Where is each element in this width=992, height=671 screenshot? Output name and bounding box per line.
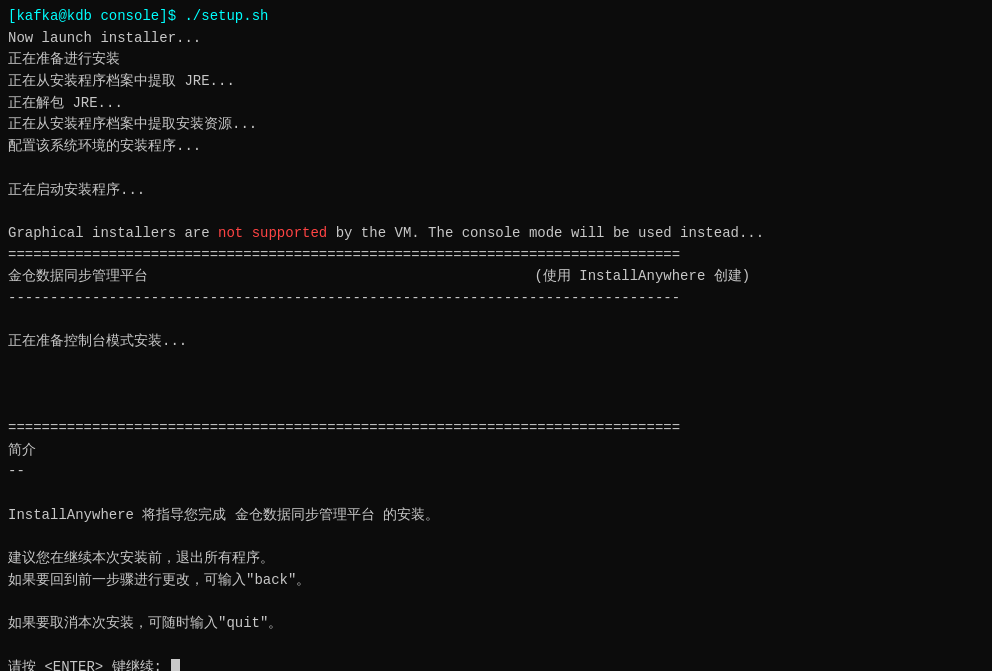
blank-9 [8,592,984,614]
section-intro: 简介 [8,440,984,462]
output-line-5: 正在从安装程序档案中提取安装资源... [8,114,984,136]
blank-4 [8,353,984,375]
blank-3 [8,310,984,332]
output-line-7: 正在启动安装程序... [8,180,984,202]
output-line-2: 正在准备进行安装 [8,49,984,71]
product-name: 金仓数据同步管理平台 [8,268,148,284]
output-line-4: 正在解包 JRE... [8,93,984,115]
product-title-line: 金仓数据同步管理平台 (使用 InstallAnywhere 创建) [8,266,984,288]
prompt-text: 请按 <ENTER> 键继续: [8,657,170,671]
output-line-8: 正在准备控制台模式安装... [8,331,984,353]
cursor-block [171,659,180,671]
command-line: [kafka@kdb console]$ ./setup.sh [8,6,984,28]
blank-7 [8,483,984,505]
blank-6 [8,396,984,418]
separator-eq-1: ========================================… [8,245,984,267]
section-dash: -- [8,461,984,483]
output-line-3: 正在从安装程序档案中提取 JRE... [8,71,984,93]
blank-5 [8,375,984,397]
warning-text-after: by the VM. The console mode will be used… [327,225,764,241]
terminal-window[interactable]: [kafka@kdb console]$ ./setup.sh Now laun… [0,0,992,671]
blank-2 [8,201,984,223]
separator-dash-1: ----------------------------------------… [8,288,984,310]
separator-eq-2: ========================================… [8,418,984,440]
install-anywhere-description: InstallAnywhere 将指导您完成 金仓数据同步管理平台 的安装。 [8,505,984,527]
output-line-1: Now launch installer... [8,28,984,50]
graphical-warning: Graphical installers are not supported b… [8,223,984,245]
output-line-6: 配置该系统环境的安装程序... [8,136,984,158]
warning-text-before: Graphical installers are [8,225,218,241]
install-anywhere-label: (使用 InstallAnywhere 创建) [148,268,750,284]
cancel-instruction: 如果要取消本次安装，可随时输入"quit"。 [8,613,984,635]
blank-8 [8,527,984,549]
blank-1 [8,158,984,180]
not-supported-text: not supported [218,225,327,241]
blank-10 [8,635,984,657]
prompt-line[interactable]: 请按 <ENTER> 键继续: [8,657,984,671]
advice-line-1: 建议您在继续本次安装前，退出所有程序。 [8,548,984,570]
advice-line-2: 如果要回到前一步骤进行更改，可输入"back"。 [8,570,984,592]
